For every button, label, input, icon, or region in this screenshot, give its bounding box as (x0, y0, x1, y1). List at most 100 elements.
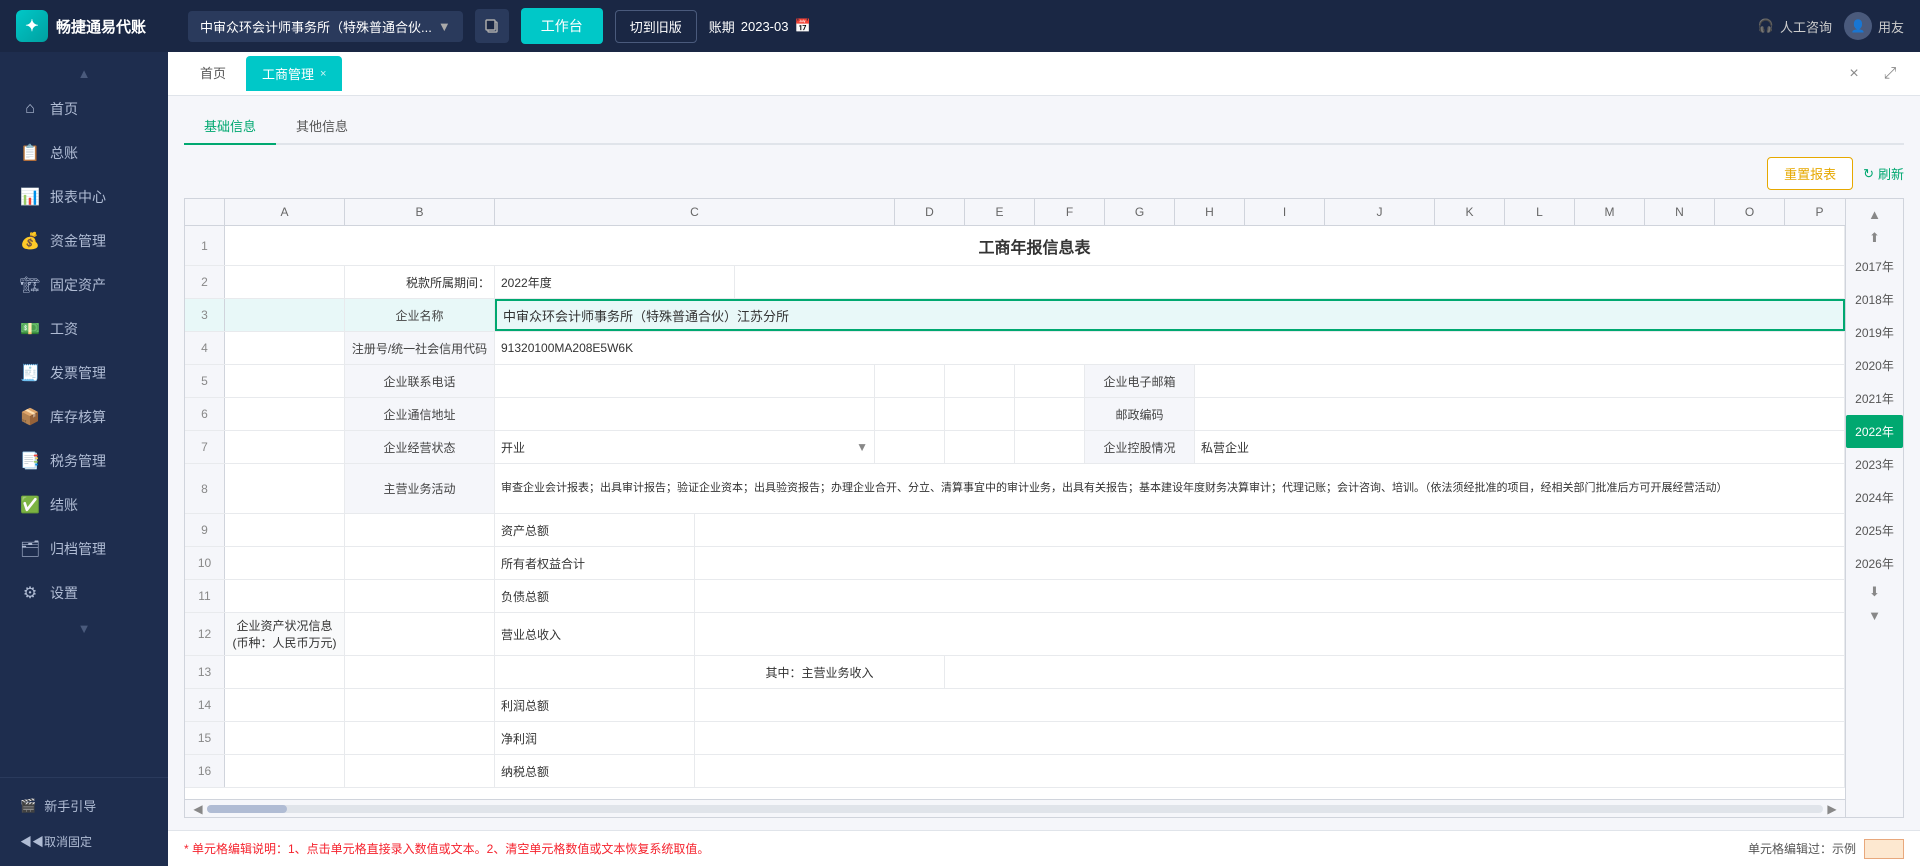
sidebar-item-reports[interactable]: 📊 报表中心 (0, 175, 168, 219)
table-row: 5 企业联系电话 企业电子邮箱 (185, 365, 1845, 398)
cell-16c: 纳税总额 (495, 755, 695, 787)
cell-5c[interactable] (495, 365, 875, 397)
new-guide-button[interactable]: 🎬 新手引导 (0, 786, 168, 825)
cell-16rest[interactable] (695, 755, 1845, 787)
sidebar-item-ledger[interactable]: 📋 总账 (0, 131, 168, 175)
guide-icon: 🎬 (20, 798, 36, 814)
h-scroll-track[interactable] (207, 805, 1823, 813)
cell-5e (945, 365, 1015, 397)
cell-2c[interactable]: 2022年度 (495, 266, 735, 298)
sidebar-item-invoice[interactable]: 🧾 发票管理 (0, 351, 168, 395)
row-num: 12 (185, 613, 225, 655)
year-item-2026[interactable]: 2026年 (1846, 547, 1903, 580)
sidebar-item-payroll[interactable]: 💵 工资 (0, 307, 168, 351)
cell-15rest[interactable] (695, 722, 1845, 754)
cell-5d (875, 365, 945, 397)
cell-10rest[interactable] (695, 547, 1845, 579)
cell-13rest[interactable] (945, 656, 1845, 688)
cell-6c[interactable] (495, 398, 875, 430)
sidebar-scroll-down[interactable]: ▼ (0, 615, 168, 642)
cell-5rest[interactable] (1195, 365, 1845, 397)
refresh-button[interactable]: ↻ 刷新 (1863, 164, 1904, 183)
year-scroll-down[interactable]: ▼ (1846, 604, 1903, 627)
scroll-left-arrow[interactable]: ◀ (189, 800, 207, 818)
cell-7rest[interactable]: 私营企业 (1195, 431, 1845, 463)
sidebar-item-inventory[interactable]: 📦 库存核算 (0, 395, 168, 439)
tab-close-icon[interactable]: × (320, 68, 326, 80)
tab-active[interactable]: 工商管理 × (246, 56, 342, 91)
cell-7j: 企业控股情况 (1085, 431, 1195, 463)
sidebar-item-funds[interactable]: 💰 资金管理 (0, 219, 168, 263)
year-item-2019[interactable]: 2019年 (1846, 316, 1903, 349)
sidebar-item-assets[interactable]: 🏗 固定资产 (0, 263, 168, 307)
year-item-2024[interactable]: 2024年 (1846, 481, 1903, 514)
sidebar-scroll-up[interactable]: ▲ (0, 60, 168, 87)
sidebar-item-label: 首页 (50, 99, 78, 119)
cell-7c[interactable]: 开业 ▼ (495, 431, 875, 463)
support-button[interactable]: 🎧 人工咨询 (1758, 17, 1832, 36)
title-cell[interactable]: 工商年报信息表 (225, 226, 1845, 265)
ledger-icon: 📋 (20, 143, 40, 163)
cell-2rest (735, 266, 1845, 298)
window-close-button[interactable]: × (1840, 60, 1868, 88)
cell-edited-label: 单元格编辑过：示例 (1748, 840, 1856, 857)
company-selector[interactable]: 中审众环会计师事务所（特殊普通合伙... ▼ (188, 11, 463, 42)
year-item-2021[interactable]: 2021年 (1846, 382, 1903, 415)
calendar-icon[interactable]: 📅 (794, 18, 810, 34)
sub-tab-other[interactable]: 其他信息 (276, 108, 368, 145)
window-expand-button[interactable]: ⤢ (1876, 60, 1904, 88)
sidebar-item-label: 工资 (50, 319, 78, 339)
logo-icon: ✦ (16, 10, 48, 42)
page-content: 基础信息 其他信息 重置报表 ↻ 刷新 A B (168, 96, 1920, 830)
cancel-fix-button[interactable]: ◀◀取消固定 (0, 825, 168, 858)
year-expand-down[interactable]: ⬇ (1846, 580, 1903, 604)
cell-14rest[interactable] (695, 689, 1845, 721)
reset-button[interactable]: 重置报表 (1767, 157, 1853, 190)
cell-12a-merged: 企业资产状况信息(币种：人民币万元) (225, 613, 345, 655)
sidebar: ▲ ⌂ 首页 📋 总账 📊 报表中心 💰 资金管理 🏗 固定资产 💵 工资 🧾 … (0, 52, 168, 866)
sub-tabs: 基础信息 其他信息 (184, 108, 1904, 145)
year-item-2022[interactable]: 2022年 (1846, 415, 1903, 448)
active-tab-label: 工商管理 (262, 64, 314, 83)
sidebar-item-archive[interactable]: 🗂 归档管理 (0, 527, 168, 571)
user-area[interactable]: 👤 用友 (1844, 12, 1904, 40)
year-expand-up[interactable]: ⬆ (1846, 226, 1903, 250)
year-item-2025[interactable]: 2025年 (1846, 514, 1903, 547)
cell-9rest[interactable] (695, 514, 1845, 546)
year-scroll-up[interactable]: ▲ (1846, 203, 1903, 226)
cell-11rest[interactable] (695, 580, 1845, 612)
sidebar-item-label: 设置 (50, 583, 78, 603)
cell-12b (345, 613, 495, 655)
cell-8c[interactable]: 审查企业会计报表；出具审计报告；验证企业资本；出具验资报告；办理企业合开、分立、… (495, 464, 1845, 513)
cell-7e (945, 431, 1015, 463)
copy-button[interactable] (475, 9, 509, 43)
sidebar-item-tax[interactable]: 📑 税务管理 (0, 439, 168, 483)
year-item-2018[interactable]: 2018年 (1846, 283, 1903, 316)
sidebar-item-home[interactable]: ⌂ 首页 (0, 87, 168, 131)
year-item-2020[interactable]: 2020年 (1846, 349, 1903, 382)
cell-6rest[interactable] (1195, 398, 1845, 430)
sidebar-item-label: 报表中心 (50, 187, 106, 207)
h-scroll-thumb[interactable] (207, 805, 287, 813)
cell-13a (225, 656, 345, 688)
col-header-o: O (1715, 199, 1785, 225)
cell-9c: 资产总额 (495, 514, 695, 546)
year-item-2023[interactable]: 2023年 (1846, 448, 1903, 481)
cell-10b (345, 547, 495, 579)
cell-12rest[interactable] (695, 613, 1845, 655)
sub-tab-basic[interactable]: 基础信息 (184, 108, 276, 145)
workbench-button[interactable]: 工作台 (521, 8, 603, 44)
cell-3b: 企业名称 (345, 299, 495, 331)
cell-4c[interactable]: 91320100MA208E5W6K (495, 332, 1845, 364)
sidebar-item-settings[interactable]: ⚙ 设置 (0, 571, 168, 615)
sidebar-item-close[interactable]: ✅ 结账 (0, 483, 168, 527)
table-row: 3 企业名称 中审众环会计师事务所（特殊普通合伙）江苏分所 (185, 299, 1845, 332)
company-name-cell[interactable]: 中审众环会计师事务所（特殊普通合伙）江苏分所 (495, 299, 1845, 331)
year-item-2017[interactable]: 2017年 (1846, 250, 1903, 283)
tab-home[interactable]: 首页 (184, 55, 242, 92)
new-guide-label: 新手引导 (44, 796, 96, 815)
scroll-right-arrow[interactable]: ▶ (1823, 800, 1841, 818)
cell-5j: 企业电子邮箱 (1085, 365, 1195, 397)
old-version-button[interactable]: 切到旧版 (615, 10, 697, 43)
h-scrollbar: ◀ ▶ (185, 799, 1845, 817)
